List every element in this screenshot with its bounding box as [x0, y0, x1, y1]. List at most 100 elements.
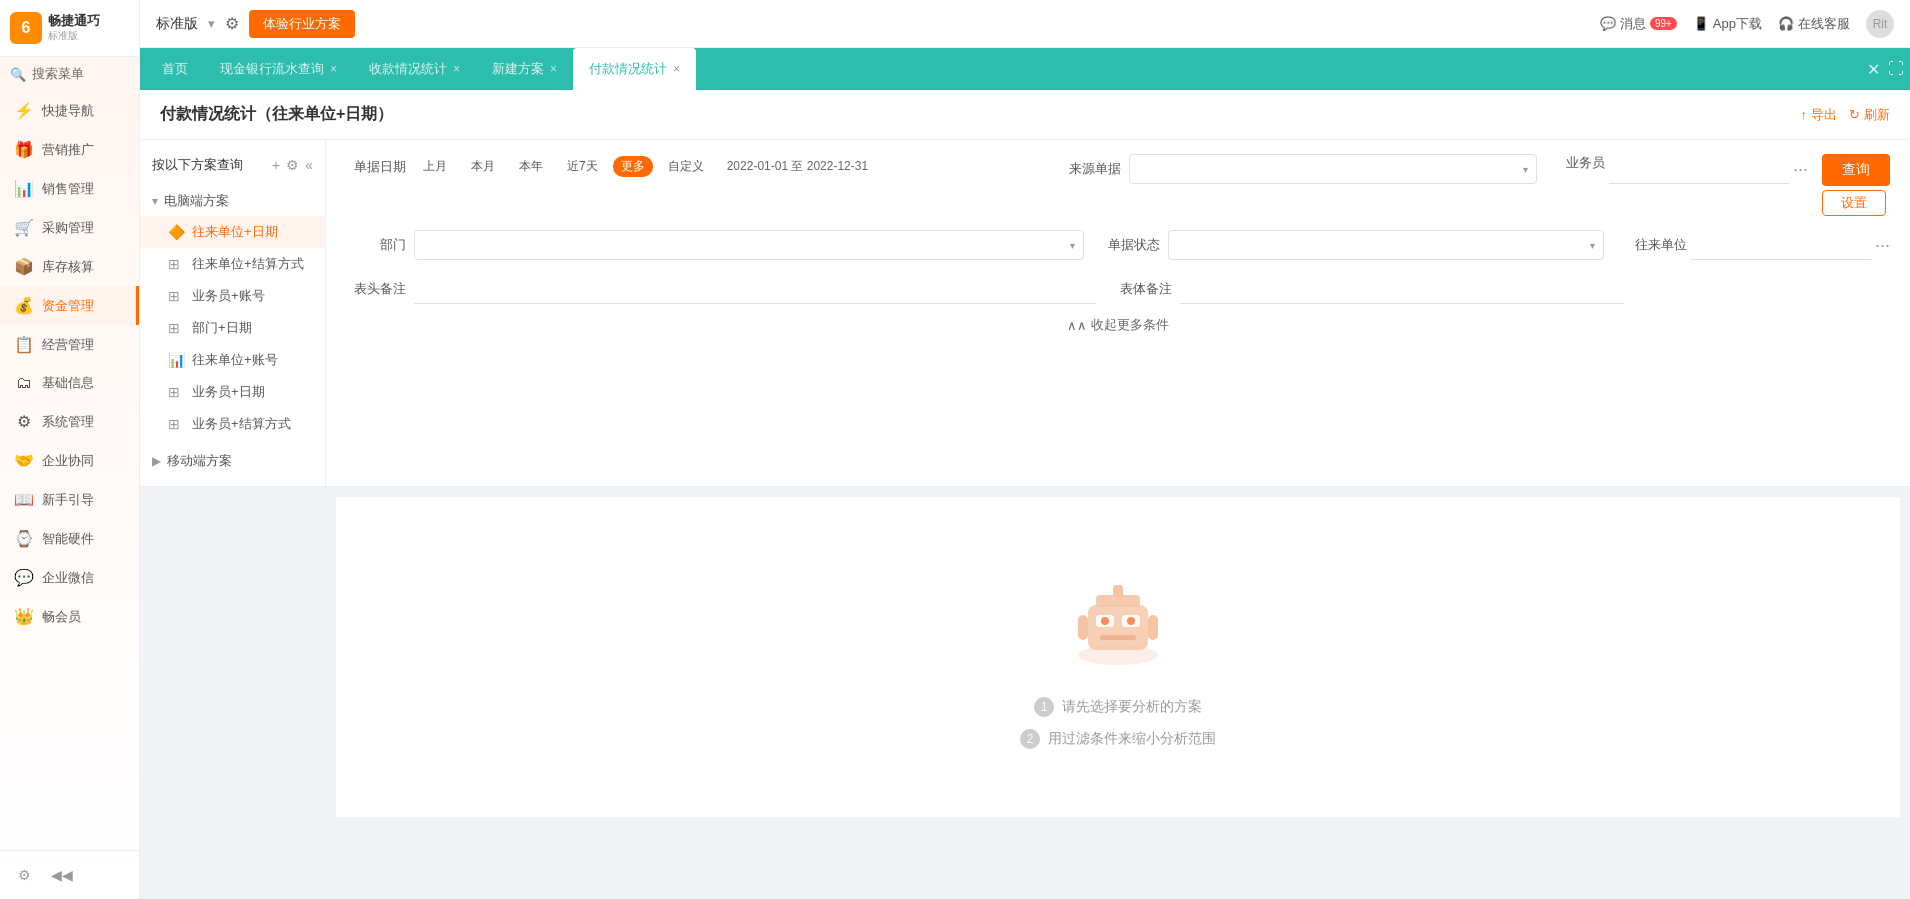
sidebar-item-marketing[interactable]: 🎁 营销推广: [0, 130, 139, 169]
partner-more-btn[interactable]: ···: [1875, 235, 1890, 256]
header-dropdown-btn[interactable]: ▾: [208, 16, 215, 31]
settings-btn[interactable]: 设置: [1822, 190, 1886, 216]
filter-status-select[interactable]: ▾: [1168, 230, 1604, 260]
sidebar-item-guide[interactable]: 📖 新手引导: [0, 480, 139, 519]
scheme-item-agent-account[interactable]: ⊞ 业务员+账号: [140, 280, 325, 312]
sidebar-item-weixin[interactable]: 💬 企业微信: [0, 558, 139, 597]
sidebar-item-purchase[interactable]: 🛒 采购管理: [0, 208, 139, 247]
scheme-agent-date-icon: ⊞: [168, 384, 184, 400]
tab-maximize-btn[interactable]: ⛶: [1888, 60, 1904, 79]
sidebar-search[interactable]: 🔍 搜索菜单: [0, 57, 139, 91]
page-header: 付款情况统计（往来单位+日期） ↑ 导出 ↻ 刷新: [140, 90, 1910, 140]
scheme-partner-date-icon: 🔶: [168, 224, 184, 240]
date-last-month[interactable]: 上月: [414, 154, 456, 179]
tab-new-scheme-close[interactable]: ×: [550, 62, 557, 76]
weixin-icon: 💬: [14, 568, 34, 587]
app-download-btn[interactable]: 📱 App下载: [1693, 15, 1762, 33]
filter-dept-select[interactable]: ▾: [414, 230, 1084, 260]
header-settings-btn[interactable]: ⚙: [225, 14, 239, 33]
query-btn[interactable]: 查询: [1822, 154, 1890, 186]
app-icon: 📱: [1693, 16, 1709, 31]
new-scheme-label: 新建方案: [492, 60, 544, 78]
trial-btn[interactable]: 体验行业方案: [249, 10, 355, 38]
filter-date-item: 单据日期 上月 本月 本年 近7天 更多 自定义 2022-01-01 至 20…: [346, 154, 1045, 179]
filter-date-group: 上月 本月 本年 近7天 更多 自定义 2022-01-01 至 2022-12…: [414, 154, 1045, 179]
tab-new-scheme[interactable]: 新建方案 ×: [476, 48, 573, 90]
logo-icon: 6: [10, 12, 42, 44]
date-this-year[interactable]: 本年: [510, 154, 552, 179]
date-more[interactable]: 更多: [613, 156, 653, 177]
scheme-item-agent-date[interactable]: ⊞ 业务员+日期: [140, 376, 325, 408]
sidebar-item-inventory[interactable]: 📦 库存核算: [0, 247, 139, 286]
date-last-7days[interactable]: 近7天: [558, 154, 607, 179]
export-btn[interactable]: ↑ 导出: [1801, 106, 1838, 124]
home-label: 首页: [162, 60, 188, 78]
scheme-item-agent-settle[interactable]: ⊞ 业务员+结算方式: [140, 408, 325, 440]
filter-row-3: 表头备注 表体备注: [346, 274, 1890, 304]
tab-payment-stats-close[interactable]: ×: [673, 62, 680, 76]
scheme-add-btn[interactable]: +: [272, 157, 280, 173]
status-select-arrow: ▾: [1590, 240, 1595, 251]
sidebar-bottom: ⚙ ◀◀: [0, 850, 139, 899]
scheme-desktop-header[interactable]: ▾ 电脑端方案: [140, 186, 325, 216]
svg-rect-8: [1148, 615, 1158, 640]
guide-icon: 📖: [14, 490, 34, 509]
tab-receipt-stats[interactable]: 收款情况统计 ×: [353, 48, 476, 90]
scheme-mobile-arrow: ▶: [152, 454, 161, 468]
filter-body-note-input[interactable]: [1180, 274, 1624, 304]
scheme-item-partner-account[interactable]: 📊 往来单位+账号: [140, 344, 325, 376]
data-area-left-spacer: [140, 487, 326, 827]
page-actions: ↑ 导出 ↻ 刷新: [1801, 106, 1891, 124]
tab-payment-stats[interactable]: 付款情况统计 ×: [573, 48, 696, 90]
sidebar-item-hardware[interactable]: ⌚ 智能硬件: [0, 519, 139, 558]
user-avatar[interactable]: Rit: [1866, 10, 1894, 38]
scheme-agent-settle-icon: ⊞: [168, 416, 184, 432]
scheme-collapse-btn[interactable]: «: [305, 157, 313, 173]
tab-receipt-stats-close[interactable]: ×: [453, 62, 460, 76]
scheme-partner-settle-icon: ⊞: [168, 256, 184, 272]
sidebar-settings-btn[interactable]: ⚙: [10, 861, 38, 889]
quick-nav-icon: ⚡: [14, 101, 34, 120]
date-custom[interactable]: 自定义: [659, 154, 713, 179]
sidebar-collapse-btn[interactable]: ◀◀: [48, 861, 76, 889]
tab-bank-flow[interactable]: 现金银行流水查询 ×: [204, 48, 353, 90]
header-right: 💬 消息 99+ 📱 App下载 🎧 在线客服 Rit: [1600, 10, 1894, 38]
scheme-panel-actions: + ⚙ «: [272, 157, 313, 173]
scheme-item-partner-settle[interactable]: ⊞ 往来单位+结算方式: [140, 248, 325, 280]
sidebar-item-quick-nav[interactable]: ⚡ 快捷导航: [0, 91, 139, 130]
scheme-settings-btn[interactable]: ⚙: [286, 157, 299, 173]
scheme-item-dept-date[interactable]: ⊞ 部门+日期: [140, 312, 325, 344]
filter-partner-input[interactable]: [1691, 230, 1871, 260]
scheme-item-partner-date[interactable]: 🔶 往来单位+日期: [140, 216, 325, 248]
svg-point-5: [1127, 617, 1135, 625]
filter-partner-item: 往来单位 ···: [1620, 230, 1890, 260]
date-this-month[interactable]: 本月: [462, 154, 504, 179]
online-service-btn[interactable]: 🎧 在线客服: [1778, 15, 1850, 33]
scheme-partner-account-icon: 📊: [168, 352, 184, 368]
query-settings-group: 查询 设置: [1822, 154, 1890, 216]
refresh-btn[interactable]: ↻ 刷新: [1849, 106, 1890, 124]
sidebar-item-basic-info[interactable]: 🗂 基础信息: [0, 364, 139, 402]
filter-dept-item: 部门 ▾: [346, 230, 1084, 260]
filter-header-note-input[interactable]: [414, 274, 1096, 304]
sidebar-item-cooperation[interactable]: 🤝 企业协同: [0, 441, 139, 480]
filter-agent-input[interactable]: [1609, 154, 1789, 184]
svg-rect-6: [1100, 635, 1136, 640]
sidebar-item-operations[interactable]: 📋 经营管理: [0, 325, 139, 364]
finance-icon: 💰: [14, 296, 34, 315]
logo-text: 畅捷通巧 标准版: [48, 13, 100, 44]
agent-more-btn[interactable]: ···: [1793, 159, 1808, 180]
tab-close-all-btn[interactable]: ✕: [1867, 60, 1880, 79]
marketing-icon: 🎁: [14, 140, 34, 159]
sidebar-item-sales[interactable]: 📊 销售管理: [0, 169, 139, 208]
sidebar-item-finance[interactable]: 💰 资金管理: [0, 286, 139, 325]
tab-bank-flow-close[interactable]: ×: [330, 62, 337, 76]
scheme-mobile-header[interactable]: ▶ 移动端方案: [140, 446, 325, 476]
tab-home[interactable]: 首页: [146, 48, 204, 90]
sidebar-item-system[interactable]: ⚙ 系统管理: [0, 402, 139, 441]
tab-bar: 首页 现金银行流水查询 × 收款情况统计 × 新建方案 × 付款情况统计 × ✕…: [140, 48, 1910, 90]
filter-source-select[interactable]: ▾: [1129, 154, 1537, 184]
message-btn[interactable]: 💬 消息 99+: [1600, 15, 1677, 33]
sidebar-item-member[interactable]: 👑 畅会员: [0, 597, 139, 636]
collapse-btn[interactable]: ∧∧ 收起更多条件: [1067, 316, 1169, 334]
